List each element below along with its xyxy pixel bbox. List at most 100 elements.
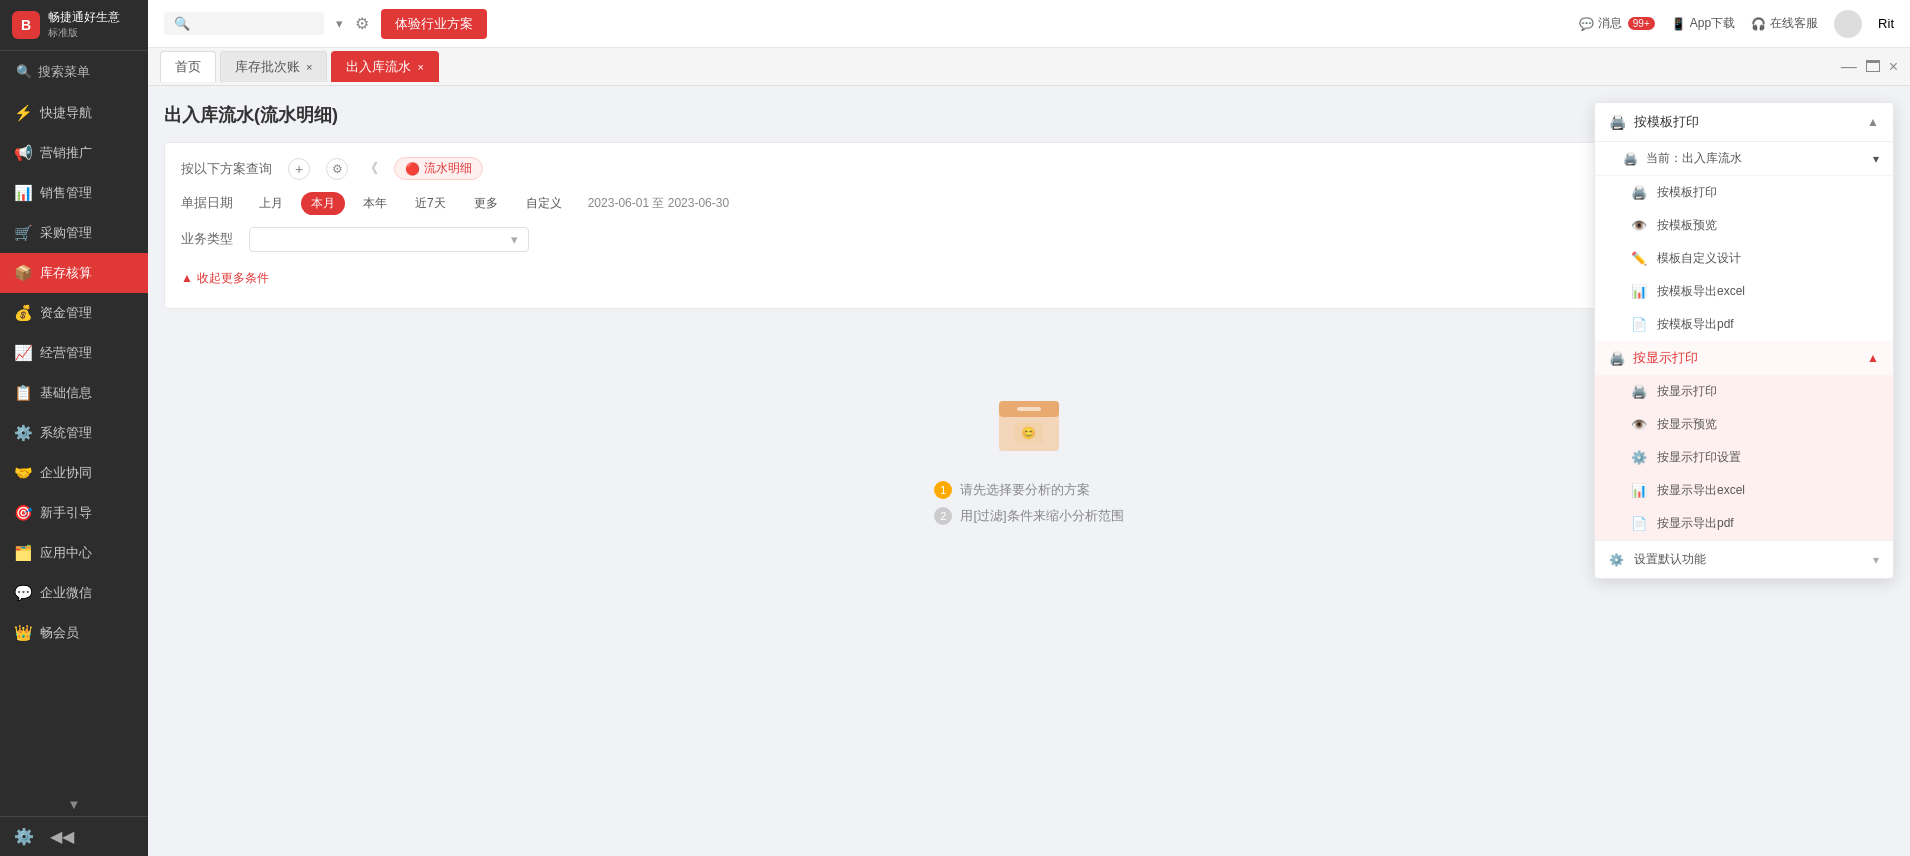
sidebar-search-label: 搜索菜单 bbox=[38, 63, 90, 81]
sidebar-logo: B 畅捷通好生意 标准版 bbox=[0, 0, 148, 51]
tab-home[interactable]: 首页 bbox=[160, 51, 216, 82]
filter-collapse-more-btn[interactable]: ▲ 收起更多条件 bbox=[181, 264, 269, 293]
filter-date-custom[interactable]: 自定义 bbox=[516, 192, 572, 215]
sidebar-bottom: ⚙️ ◀◀ bbox=[0, 816, 148, 856]
dropdown-header: 🖨️ 按模板打印 ▲ bbox=[1595, 103, 1893, 142]
step-2-text: 用[过滤]条件来缩小分析范围 bbox=[960, 507, 1123, 525]
filter-add-button[interactable]: + bbox=[288, 158, 310, 180]
collapse-icon[interactable]: ◀◀ bbox=[50, 827, 74, 846]
sidebar-item-apps[interactable]: 🗂️ 应用中心 bbox=[0, 533, 148, 573]
sidebar-item-finance[interactable]: 💰 资金管理 bbox=[0, 293, 148, 333]
empty-step-1: 1 请先选择要分析的方案 bbox=[934, 481, 1123, 499]
dropdown-collapse-arrow[interactable]: ▲ bbox=[1867, 115, 1879, 129]
dropdown-template-export-pdf[interactable]: 📄 按模板导出pdf bbox=[1595, 308, 1893, 341]
purchase-icon: 🛒 bbox=[14, 224, 32, 242]
dropdown-set-default[interactable]: ⚙️ 设置默认功能 ▾ bbox=[1595, 540, 1893, 578]
basics-icon: 📋 bbox=[14, 384, 32, 402]
filter-date-7days[interactable]: 近7天 bbox=[405, 192, 456, 215]
template-custom-icon: ✏️ bbox=[1631, 251, 1647, 266]
dropdown-current-item[interactable]: 🖨️ 当前：出入库流水 ▾ bbox=[1595, 142, 1893, 176]
dropdown-template-preview[interactable]: 👁️ 按模板预览 bbox=[1595, 209, 1893, 242]
tab-inout-flow[interactable]: 出入库流水 × bbox=[331, 51, 438, 82]
trial-button[interactable]: 体验行业方案 bbox=[381, 9, 487, 39]
sidebar-item-purchase[interactable]: 🛒 采购管理 bbox=[0, 213, 148, 253]
step-2-num: 2 bbox=[934, 507, 952, 525]
svg-rect-2 bbox=[1017, 407, 1041, 411]
sidebar-item-inventory[interactable]: 📦 库存核算 bbox=[0, 253, 148, 293]
filter-date-this-month[interactable]: 本月 bbox=[301, 192, 345, 215]
filter-collapse-button[interactable]: 《 bbox=[364, 160, 378, 178]
settings-bottom-icon[interactable]: ⚙️ bbox=[14, 827, 34, 846]
window-close-icon[interactable]: × bbox=[1889, 58, 1898, 76]
display-preview-label: 按显示预览 bbox=[1657, 416, 1717, 433]
message-label: 消息 bbox=[1598, 15, 1622, 32]
finance-icon: 💰 bbox=[14, 304, 32, 322]
display-print-icon: 🖨️ bbox=[1631, 384, 1647, 399]
filter-collapse-label: 收起更多条件 bbox=[197, 270, 269, 287]
sidebar-item-label: 资金管理 bbox=[40, 304, 92, 322]
shortcuts-icon: ⚡ bbox=[14, 104, 32, 122]
topbar-dropdown-arrow[interactable]: ▾ bbox=[336, 16, 343, 31]
filter-date-more[interactable]: 更多 bbox=[464, 192, 508, 215]
window-maximize-icon[interactable]: 🗖 bbox=[1865, 58, 1881, 76]
message-button[interactable]: 💬 消息 99+ bbox=[1579, 15, 1655, 32]
sidebar-item-system[interactable]: ⚙️ 系统管理 bbox=[0, 413, 148, 453]
display-section-arrow[interactable]: ▲ bbox=[1867, 351, 1879, 365]
dropdown-template-print[interactable]: 🖨️ 按模板打印 bbox=[1595, 176, 1893, 209]
filter-active-tag[interactable]: 🔴 流水明细 bbox=[394, 157, 483, 180]
phone-icon: 📱 bbox=[1671, 17, 1686, 31]
inventory-icon: 📦 bbox=[14, 264, 32, 282]
sidebar-search-button[interactable]: 🔍 搜索菜单 bbox=[10, 59, 138, 85]
dropdown-display-settings[interactable]: ⚙️ 按显示打印设置 bbox=[1595, 441, 1893, 474]
sidebar-item-basics[interactable]: 📋 基础信息 bbox=[0, 373, 148, 413]
user-avatar[interactable] bbox=[1834, 10, 1862, 38]
template-print-label: 按模板打印 bbox=[1657, 184, 1717, 201]
online-service-button[interactable]: 🎧 在线客服 bbox=[1751, 15, 1818, 32]
sidebar-item-label: 营销推广 bbox=[40, 144, 92, 162]
tabs-right: — 🗖 × bbox=[1841, 58, 1898, 76]
dropdown-display-export-excel[interactable]: 📊 按显示导出excel bbox=[1595, 474, 1893, 507]
sidebar-item-label: 经营管理 bbox=[40, 344, 92, 362]
dropdown-display-print[interactable]: 🖨️ 按显示打印 bbox=[1595, 375, 1893, 408]
excel-icon: 📊 bbox=[1631, 284, 1647, 299]
dropdown-template-custom[interactable]: ✏️ 模板自定义设计 bbox=[1595, 242, 1893, 275]
sidebar-item-guide[interactable]: 🎯 新手引导 bbox=[0, 493, 148, 533]
template-preview-icon: 👁️ bbox=[1631, 218, 1647, 233]
display-settings-icon: ⚙️ bbox=[1631, 450, 1647, 465]
sidebar-item-sales[interactable]: 📊 销售管理 bbox=[0, 173, 148, 213]
filter-date-this-year[interactable]: 本年 bbox=[353, 192, 397, 215]
tabs-bar: 首页 库存批次账 × 出入库流水 × — 🗖 × bbox=[148, 48, 1910, 86]
sidebar-item-marketing[interactable]: 📢 营销推广 bbox=[0, 133, 148, 173]
topbar-gear-icon[interactable]: ⚙ bbox=[355, 14, 369, 33]
sidebar-search-area: 🔍 搜索菜单 bbox=[0, 51, 148, 93]
tab-batch-accounts-label: 库存批次账 bbox=[235, 58, 300, 76]
empty-steps: 1 请先选择要分析的方案 2 用[过滤]条件来缩小分析范围 bbox=[934, 481, 1123, 525]
tab-batch-accounts-close[interactable]: × bbox=[306, 61, 312, 73]
dropdown-display-preview[interactable]: 👁️ 按显示预览 bbox=[1595, 408, 1893, 441]
topbar-search-input[interactable] bbox=[196, 17, 314, 31]
topbar-search-box: 🔍 bbox=[164, 12, 324, 35]
sidebar-scroll-down[interactable]: ▼ bbox=[0, 793, 148, 816]
dropdown-template-export-excel[interactable]: 📊 按模板导出excel bbox=[1595, 275, 1893, 308]
headset-icon: 🎧 bbox=[1751, 17, 1766, 31]
template-export-pdf-label: 按模板导出pdf bbox=[1657, 316, 1734, 333]
sidebar-item-label: 系统管理 bbox=[40, 424, 92, 442]
sidebar-item-operations[interactable]: 📈 经营管理 bbox=[0, 333, 148, 373]
filter-date-label: 单据日期 bbox=[181, 194, 233, 212]
sidebar-item-vip[interactable]: 👑 畅会员 bbox=[0, 613, 148, 653]
sidebar-item-label: 基础信息 bbox=[40, 384, 92, 402]
system-icon: ⚙️ bbox=[14, 424, 32, 442]
step-1-text: 请先选择要分析的方案 bbox=[960, 481, 1090, 499]
sidebar-item-shortcuts[interactable]: ⚡ 快捷导航 bbox=[0, 93, 148, 133]
filter-settings-button[interactable]: ⚙ bbox=[326, 158, 348, 180]
sidebar-item-coop[interactable]: 🤝 企业协同 bbox=[0, 453, 148, 493]
filter-biztype-select[interactable]: ▾ bbox=[249, 227, 529, 252]
dropdown-display-export-pdf[interactable]: 📄 按显示导出pdf bbox=[1595, 507, 1893, 540]
window-minimize-icon[interactable]: — bbox=[1841, 58, 1857, 76]
tab-inout-flow-close[interactable]: × bbox=[417, 61, 423, 73]
sidebar-item-wechat[interactable]: 💬 企业微信 bbox=[0, 573, 148, 613]
app-download-button[interactable]: 📱 App下载 bbox=[1671, 15, 1735, 32]
dropdown-display-section[interactable]: 🖨️ 按显示打印 ▲ bbox=[1595, 341, 1893, 375]
tab-batch-accounts[interactable]: 库存批次账 × bbox=[220, 51, 327, 82]
filter-date-last-month[interactable]: 上月 bbox=[249, 192, 293, 215]
